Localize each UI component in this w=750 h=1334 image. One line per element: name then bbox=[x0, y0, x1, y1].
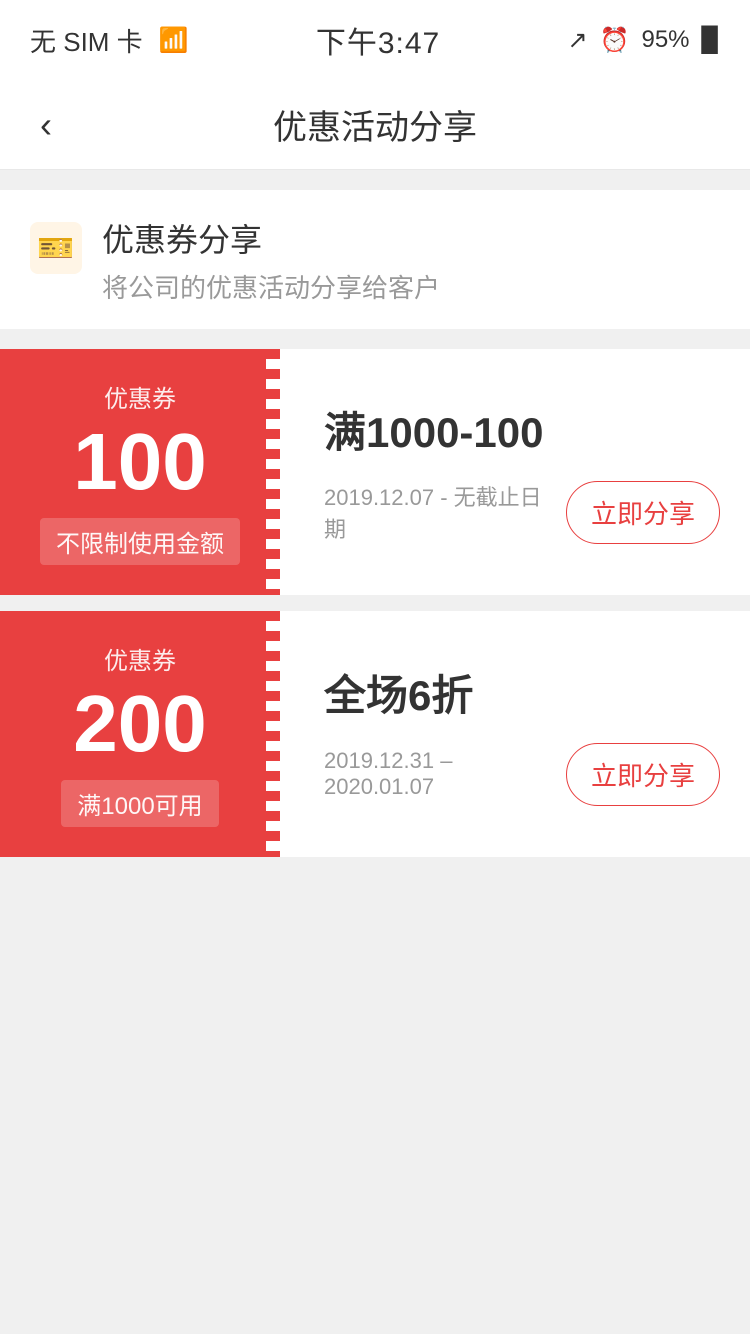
wifi-icon: 📶 bbox=[159, 26, 189, 55]
coupon-icon: 🎫 bbox=[30, 222, 82, 274]
coupon-right-0: 满1000-100 2019.12.07 - 无截止日期 立即分享 bbox=[280, 349, 750, 595]
coupon-card: 优惠券 100 不限制使用金额 满1000-100 2019.12.07 - 无… bbox=[0, 349, 750, 595]
coupon-meta-1: 2019.12.31 – 2020.01.07 立即分享 bbox=[324, 743, 720, 806]
share-button-0[interactable]: 立即分享 bbox=[566, 481, 720, 544]
status-bar: 无 SIM 卡 📶 下午3:47 ↗ ⏰ 95% ▉ bbox=[0, 0, 750, 80]
coupon-left-0: 优惠券 100 不限制使用金额 bbox=[0, 349, 280, 595]
coupon-condition-0: 不限制使用金额 bbox=[40, 518, 240, 565]
section-subtitle: 将公司的优惠活动分享给客户 bbox=[102, 268, 440, 305]
carrier-text: 无 SIM 卡 bbox=[30, 22, 143, 59]
battery-text: 95% bbox=[641, 26, 689, 54]
coupon-left-1: 优惠券 200 满1000可用 bbox=[0, 611, 280, 857]
coupon-label-1: 优惠券 bbox=[104, 641, 176, 676]
coupon-meta-0: 2019.12.07 - 无截止日期 立即分享 bbox=[324, 480, 720, 544]
coupon-date-0: 2019.12.07 - 无截止日期 bbox=[324, 480, 546, 544]
coupon-amount-0: 100 bbox=[73, 422, 206, 502]
coupon-right-1: 全场6折 2019.12.31 – 2020.01.07 立即分享 bbox=[280, 611, 750, 857]
coupon-name-1: 全场6折 bbox=[324, 662, 720, 723]
section-header: 🎫 优惠券分享 将公司的优惠活动分享给客户 bbox=[0, 190, 750, 329]
battery-icon: ▉ bbox=[702, 26, 720, 55]
location-icon: ↗ bbox=[567, 26, 587, 55]
nav-bar: ‹ 优惠活动分享 bbox=[0, 80, 750, 170]
alarm-icon: ⏰ bbox=[600, 26, 630, 55]
coupon-label-0: 优惠券 bbox=[104, 379, 176, 414]
coupon-amount-1: 200 bbox=[73, 684, 206, 764]
coupon-date-1: 2019.12.31 – 2020.01.07 bbox=[324, 748, 546, 800]
status-right: ↗ ⏰ 95% ▉ bbox=[567, 26, 720, 55]
coupon-condition-1: 满1000可用 bbox=[61, 780, 218, 827]
status-left: 无 SIM 卡 📶 bbox=[30, 22, 189, 59]
section-title: 优惠券分享 bbox=[102, 220, 440, 262]
nav-title: 优惠活动分享 bbox=[273, 100, 477, 149]
back-button[interactable]: ‹ bbox=[30, 94, 62, 156]
share-button-1[interactable]: 立即分享 bbox=[566, 743, 720, 806]
section-text: 优惠券分享 将公司的优惠活动分享给客户 bbox=[102, 220, 440, 305]
coupon-name-0: 满1000-100 bbox=[324, 399, 720, 460]
coupon-card: 优惠券 200 满1000可用 全场6折 2019.12.31 – 2020.0… bbox=[0, 611, 750, 857]
status-time: 下午3:47 bbox=[316, 18, 440, 62]
coupon-list: 优惠券 100 不限制使用金额 满1000-100 2019.12.07 - 无… bbox=[0, 349, 750, 873]
